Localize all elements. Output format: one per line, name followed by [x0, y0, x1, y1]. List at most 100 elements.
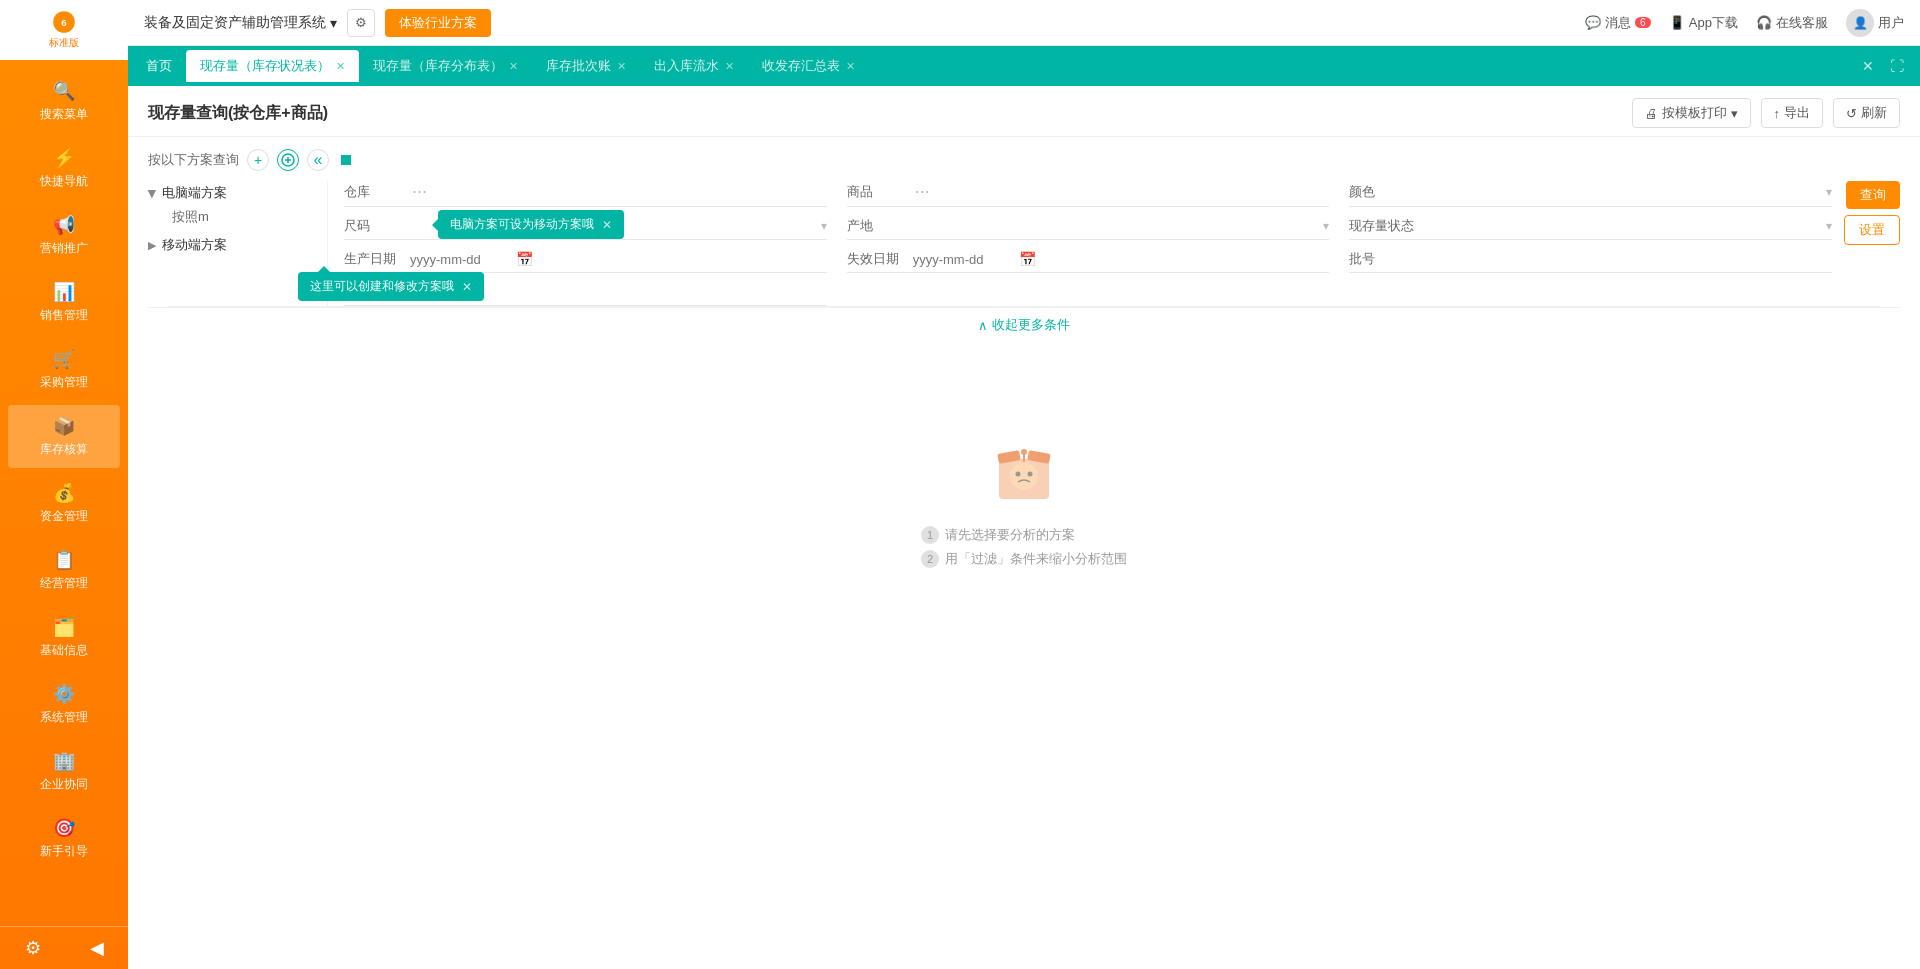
sidebar-item-operations[interactable]: 📋 经营管理: [8, 539, 120, 602]
sidebar-item-sales[interactable]: 📊 销售管理: [8, 271, 120, 334]
tab-close-icon[interactable]: ✕: [617, 60, 626, 73]
print-label: 按模板打印: [1662, 104, 1727, 122]
sidebar-item-label: 新手引导: [40, 843, 88, 860]
tab-batch-ledger[interactable]: 库存批次账 ✕: [532, 50, 640, 82]
filter-row-3: 生产日期 📅 失效日期 📅: [344, 250, 1832, 273]
tab-label: 出入库流水: [654, 57, 719, 75]
sidebar-item-label: 快捷导航: [40, 173, 88, 190]
color-select[interactable]: ▾: [1417, 185, 1832, 199]
query-button[interactable]: 查询: [1846, 181, 1900, 209]
batch-input[interactable]: [1417, 252, 1832, 267]
avatar-icon: 👤: [1853, 16, 1868, 30]
logo-area: 6 标准版: [0, 0, 128, 60]
sidebar-item-purchase[interactable]: 🛒 采购管理: [8, 338, 120, 401]
edit-icon: [281, 153, 295, 167]
top-header: 装备及固定资产辅助管理系统 ▾ ⚙ 体验行业方案 💬 消息 6 📱 App下载 …: [128, 0, 1920, 46]
sidebar-item-basic[interactable]: 🗂️ 基础信息: [8, 606, 120, 669]
sidebar-item-system[interactable]: ⚙️ 系统管理: [8, 673, 120, 736]
edit-scheme-btn[interactable]: [277, 149, 299, 171]
print-button[interactable]: 🖨 按模板打印 ▾: [1632, 98, 1751, 128]
tab-inventory-dist[interactable]: 现存量（库存分布表） ✕: [359, 50, 532, 82]
sidebar: 6 标准版 🔍 搜索菜单 ⚡ 快捷导航 📢 营销推广 📊 销售管理 🛒 采购管理…: [0, 0, 128, 969]
refresh-button[interactable]: ↺ 刷新: [1833, 98, 1900, 128]
tab-close-icon[interactable]: ✕: [846, 60, 855, 73]
sidebar-item-label: 经营管理: [40, 575, 88, 592]
empty-hint-1: 1 请先选择要分析的方案: [921, 526, 1127, 544]
scheme-tree-pc[interactable]: ▶ 电脑端方案: [148, 181, 315, 205]
tab-close-icon[interactable]: ✕: [336, 60, 345, 73]
tab-inout-flow[interactable]: 出入库流水 ✕: [640, 50, 748, 82]
goods-label: 商品: [847, 183, 907, 201]
scheme-tree-mobile[interactable]: ▶ 移动端方案: [148, 233, 315, 257]
settings-btn[interactable]: ⚙: [25, 937, 41, 959]
content-area: 现存量查询(按仓库+商品) 🖨 按模板打印 ▾ ↑ 导出 ↺ 刷新: [128, 86, 1920, 969]
tab-home[interactable]: 首页: [132, 51, 186, 81]
tab-inventory-status[interactable]: 现存量（库存状况表） ✕: [186, 50, 359, 82]
collapse-btn[interactable]: ◀: [90, 937, 104, 959]
production-date-start-input[interactable]: [410, 252, 510, 267]
svg-point-12: [1021, 449, 1027, 455]
scheme-tree-pc-child[interactable]: 按照m: [148, 205, 315, 229]
sidebar-item-quicknav[interactable]: ⚡ 快捷导航: [8, 137, 120, 200]
tooltip-close-btn2[interactable]: ✕: [462, 280, 472, 294]
set-button[interactable]: 设置: [1844, 215, 1900, 245]
header-left: 装备及固定资产辅助管理系统 ▾ ⚙ 体验行业方案: [144, 9, 491, 37]
chevron-icon: ▾: [1323, 219, 1329, 233]
svg-point-10: [1028, 472, 1033, 477]
online-service-action[interactable]: 🎧 在线客服: [1756, 14, 1828, 32]
tab-close-icon[interactable]: ✕: [509, 60, 518, 73]
sidebar-footer: ⚙ ◀: [0, 926, 128, 969]
export-icon: ↑: [1774, 106, 1781, 121]
user-action[interactable]: 👤 用户: [1846, 9, 1904, 37]
sidebar-item-inventory[interactable]: 📦 库存核算: [8, 405, 120, 468]
finance-icon: 💰: [53, 482, 75, 504]
service-icon: 🎧: [1756, 15, 1772, 30]
calendar-icon[interactable]: 📅: [516, 251, 533, 267]
tab-receipt-summary[interactable]: 收发存汇总表 ✕: [748, 50, 869, 82]
empty-hints: 1 请先选择要分析的方案 2 用「过滤」条件来缩小分析范围: [921, 526, 1127, 568]
calendar-icon[interactable]: 📅: [1019, 251, 1036, 267]
sidebar-item-marketing[interactable]: 📢 营销推广: [8, 204, 120, 267]
filter-fields: 仓库 ··· 商品 ··· 颜色: [328, 181, 1832, 306]
empty-hint-2: 2 用「过滤」条件来缩小分析范围: [921, 550, 1127, 568]
filter-warehouse: 仓库 ···: [344, 181, 827, 207]
industry-button[interactable]: 体验行业方案: [385, 9, 491, 37]
message-badge: 6: [1635, 17, 1651, 28]
expand-icon: ▶: [148, 239, 156, 252]
sidebar-item-finance[interactable]: 💰 资金管理: [8, 472, 120, 535]
chevron-down-icon: ▾: [330, 15, 337, 31]
gear-button[interactable]: ⚙: [347, 9, 375, 37]
filter-stock-status: 现存量状态 ▾: [1349, 217, 1832, 240]
tab-close-icon[interactable]: ✕: [725, 60, 734, 73]
refresh-icon: ↺: [1846, 106, 1857, 121]
tooltip-close-btn[interactable]: ✕: [602, 218, 612, 232]
collapse-bar[interactable]: ∧ 收起更多条件: [148, 307, 1900, 342]
marketing-icon: 📢: [53, 214, 75, 236]
back-scheme-btn[interactable]: «: [307, 149, 329, 171]
filter-header: 按以下方案查询 + «: [148, 149, 1900, 171]
print-icon: 🖨: [1645, 106, 1658, 121]
filter-color: 颜色 ▾: [1349, 181, 1832, 207]
system-selector[interactable]: 装备及固定资产辅助管理系统 ▾: [144, 14, 337, 32]
expiry-date-input[interactable]: [913, 252, 1013, 267]
app-download-action[interactable]: 📱 App下载: [1669, 14, 1738, 32]
add-scheme-btn[interactable]: +: [247, 149, 269, 171]
stock-status-select[interactable]: ▾: [1422, 219, 1832, 233]
create-tooltip: 这里可以创建和修改方案哦 ✕: [298, 272, 484, 301]
tab-close-all-icon[interactable]: ✕: [1858, 56, 1878, 76]
sidebar-item-enterprise[interactable]: 🏢 企业协同: [8, 740, 120, 803]
message-action[interactable]: 💬 消息 6: [1585, 14, 1651, 32]
message-icon: 💬: [1585, 15, 1601, 30]
sidebar-item-label: 搜索菜单: [40, 106, 88, 123]
export-button[interactable]: ↑ 导出: [1761, 98, 1824, 128]
tab-label: 现存量（库存分布表）: [373, 57, 503, 75]
sidebar-item-search[interactable]: 🔍 搜索菜单: [8, 70, 120, 133]
sidebar-item-guide[interactable]: 🎯 新手引导: [8, 807, 120, 870]
sales-icon: 📊: [53, 281, 75, 303]
purchase-icon: 🛒: [53, 348, 75, 370]
origin-select[interactable]: ▾: [915, 219, 1330, 233]
goods-dots[interactable]: ···: [915, 181, 930, 202]
tab-expand-icon[interactable]: ⛶: [1886, 56, 1908, 76]
basic-icon: 🗂️: [53, 616, 75, 638]
warehouse-dots[interactable]: ···: [412, 181, 427, 202]
